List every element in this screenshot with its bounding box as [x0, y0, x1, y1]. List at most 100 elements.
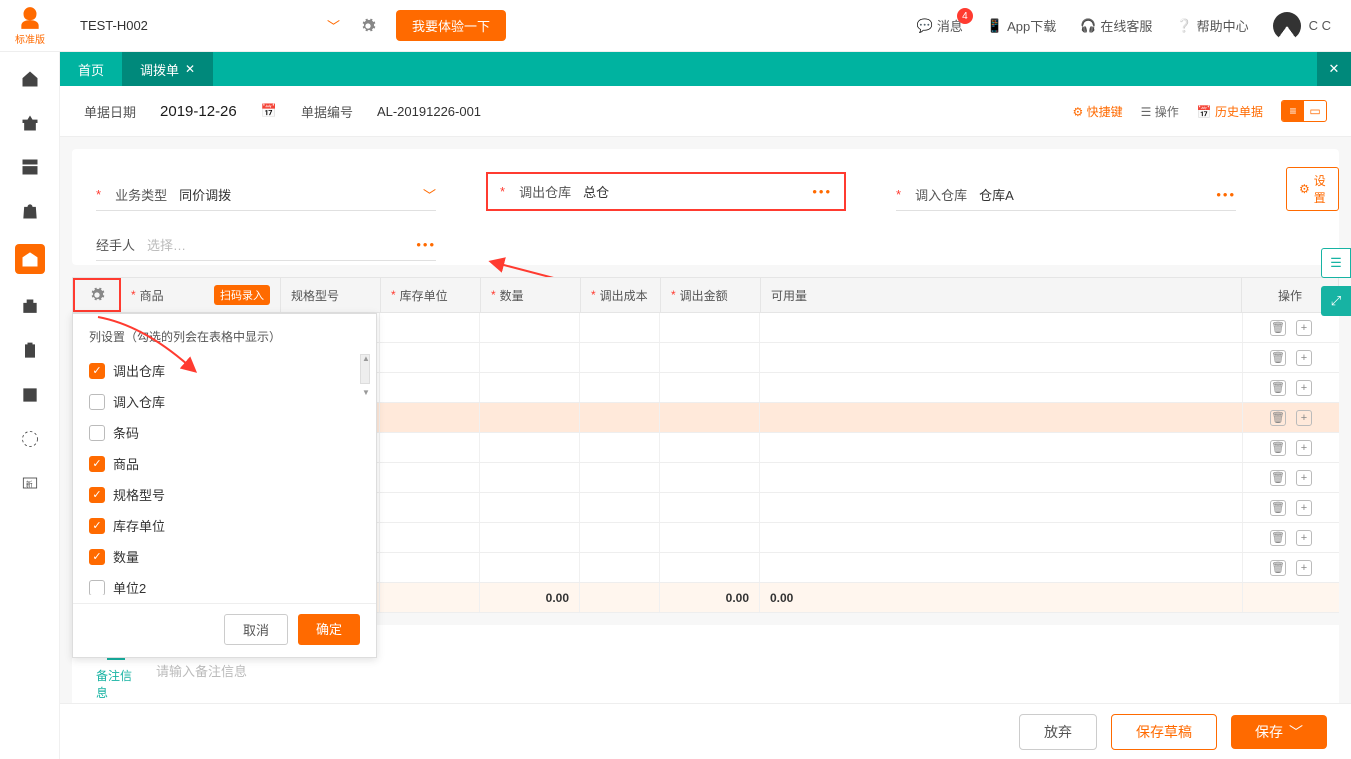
save-button[interactable]: 保存 ﹀ [1231, 715, 1327, 749]
column-option-label: 调入仓库 [113, 392, 165, 411]
form-settings-button[interactable]: ⚙ 设置 [1286, 167, 1339, 211]
add-row-icon[interactable]: + [1296, 560, 1312, 576]
logo[interactable]: 标准版 [0, 5, 60, 46]
checkbox-icon[interactable] [89, 394, 105, 410]
field-in-warehouse[interactable]: *调入仓库 仓库A ••• [896, 185, 1236, 211]
popover-ok-button[interactable]: 确定 [298, 614, 360, 645]
nav-messages[interactable]: 💬 消息 4 [917, 16, 963, 35]
popover-title: 列设置（勾选的列会在表格中显示） [73, 328, 376, 355]
rail-expand-icon[interactable]: ⤢ [1321, 286, 1351, 316]
scrollbar[interactable] [360, 354, 370, 384]
side-home-icon[interactable] [19, 68, 41, 90]
history-link[interactable]: 📅 历史单据 [1197, 103, 1263, 120]
add-row-icon[interactable]: + [1296, 380, 1312, 396]
column-option-label: 调出仓库 [113, 361, 165, 380]
side-bag-icon[interactable] [19, 200, 41, 222]
grid-header: *商品扫码录入 规格型号 *库存单位 *数量 *调出成本 *调出金额 可用量 操… [72, 277, 1339, 313]
field-out-warehouse[interactable]: *调出仓库 总仓 ••• [486, 172, 846, 211]
checkbox-icon[interactable] [89, 580, 105, 596]
view-toggle[interactable]: ≡ ▭ [1281, 100, 1327, 122]
more-icon[interactable]: ••• [812, 184, 832, 199]
column-settings-gear-icon[interactable] [73, 278, 121, 312]
checkbox-icon[interactable]: ✓ [89, 487, 105, 503]
row-ops: 🗑+ [1243, 343, 1339, 372]
more-icon[interactable]: ••• [416, 237, 436, 252]
field-handler[interactable]: 经手人 选择… ••• [96, 235, 436, 261]
nav-app[interactable]: 📱 App下载 [987, 16, 1056, 35]
checkbox-icon[interactable]: ✓ [89, 549, 105, 565]
tab-transfer[interactable]: 调拨单 ✕ [122, 52, 213, 86]
delete-row-icon[interactable]: 🗑 [1270, 320, 1286, 336]
add-row-icon[interactable]: + [1296, 410, 1312, 426]
col-amt[interactable]: *调出金额 [661, 278, 761, 312]
close-all-icon[interactable]: ✕ [1317, 52, 1351, 86]
checkbox-icon[interactable] [89, 425, 105, 441]
col-unit[interactable]: *库存单位 [381, 278, 481, 312]
checkbox-icon[interactable]: ✓ [89, 518, 105, 534]
side-in-icon[interactable] [19, 156, 41, 178]
col-cost[interactable]: *调出成本 [581, 278, 661, 312]
column-option[interactable]: ✓库存单位 [89, 510, 360, 541]
add-row-icon[interactable]: + [1296, 470, 1312, 486]
side-gift-icon[interactable] [19, 112, 41, 134]
column-option[interactable]: ✓数量 [89, 541, 360, 572]
remark-input[interactable]: 请输入备注信息 [156, 661, 1315, 680]
side-warehouse-icon[interactable] [15, 244, 45, 274]
nav-help[interactable]: ❔ 帮助中心 [1176, 16, 1248, 35]
save-draft-button[interactable]: 保存草稿 [1111, 714, 1217, 750]
col-goods[interactable]: *商品扫码录入 [121, 278, 281, 312]
add-row-icon[interactable]: + [1296, 350, 1312, 366]
delete-row-icon[interactable]: 🗑 [1270, 410, 1286, 426]
chevron-down-icon: ﹀ [327, 16, 340, 35]
checkbox-icon[interactable]: ✓ [89, 456, 105, 472]
operate-link[interactable]: ☰ 操作 [1141, 103, 1179, 120]
delete-row-icon[interactable]: 🗑 [1270, 470, 1286, 486]
delete-row-icon[interactable]: 🗑 [1270, 500, 1286, 516]
org-selector[interactable]: TEST-H002 ﹀ [80, 10, 340, 42]
org-settings-gear-icon[interactable] [360, 18, 376, 34]
checkbox-icon[interactable]: ✓ [89, 363, 105, 379]
column-option[interactable]: 条码 [89, 417, 360, 448]
popover-cancel-button[interactable]: 取消 [224, 614, 288, 645]
side-new-icon[interactable]: 新 [19, 472, 41, 494]
close-icon[interactable]: ✕ [185, 62, 195, 76]
add-row-icon[interactable]: + [1296, 440, 1312, 456]
delete-row-icon[interactable]: 🗑 [1270, 560, 1286, 576]
side-clip-icon[interactable] [19, 340, 41, 362]
tab-home[interactable]: 首页 [60, 52, 122, 86]
side-money-icon[interactable] [19, 296, 41, 318]
rail-notes-icon[interactable]: ☰ [1321, 248, 1351, 278]
chevron-down-icon[interactable]: ﹀ [423, 185, 436, 204]
list-view-icon[interactable]: ≡ [1282, 101, 1304, 121]
add-row-icon[interactable]: + [1296, 320, 1312, 336]
delete-row-icon[interactable]: 🗑 [1270, 350, 1286, 366]
col-spec[interactable]: 规格型号 [281, 278, 381, 312]
delete-row-icon[interactable]: 🗑 [1270, 380, 1286, 396]
nav-user[interactable]: C C [1273, 12, 1331, 40]
side-user-icon[interactable] [19, 384, 41, 406]
calendar-icon[interactable]: 📅 [261, 103, 277, 119]
column-option[interactable]: 调入仓库 [89, 386, 360, 417]
nav-service[interactable]: 🎧 在线客服 [1080, 16, 1152, 35]
col-avail[interactable]: 可用量 [761, 278, 1242, 312]
date-value[interactable]: 2019-12-26 [160, 103, 237, 120]
column-option[interactable]: ✓规格型号 [89, 479, 360, 510]
remark-label: 备注信息 [96, 667, 136, 701]
shortcut-link[interactable]: ⚙ 快捷键 [1072, 103, 1122, 120]
field-biz-type[interactable]: *业务类型 同价调拨 ﹀ [96, 185, 436, 211]
add-row-icon[interactable]: + [1296, 530, 1312, 546]
footer: 放弃 保存草稿 保存 ﹀ [60, 703, 1351, 759]
card-view-icon[interactable]: ▭ [1304, 101, 1326, 121]
discard-button[interactable]: 放弃 [1019, 714, 1097, 750]
delete-row-icon[interactable]: 🗑 [1270, 530, 1286, 546]
add-row-icon[interactable]: + [1296, 500, 1312, 516]
trial-button[interactable]: 我要体验一下 [396, 10, 506, 41]
scan-pill[interactable]: 扫码录入 [214, 285, 270, 305]
column-option[interactable]: ✓ 调出仓库 [89, 355, 360, 386]
column-option[interactable]: 单位2 [89, 572, 360, 595]
column-option[interactable]: ✓商品 [89, 448, 360, 479]
delete-row-icon[interactable]: 🗑 [1270, 440, 1286, 456]
col-qty[interactable]: *数量 [481, 278, 581, 312]
more-icon[interactable]: ••• [1216, 187, 1236, 202]
side-dash-icon[interactable] [19, 428, 41, 450]
